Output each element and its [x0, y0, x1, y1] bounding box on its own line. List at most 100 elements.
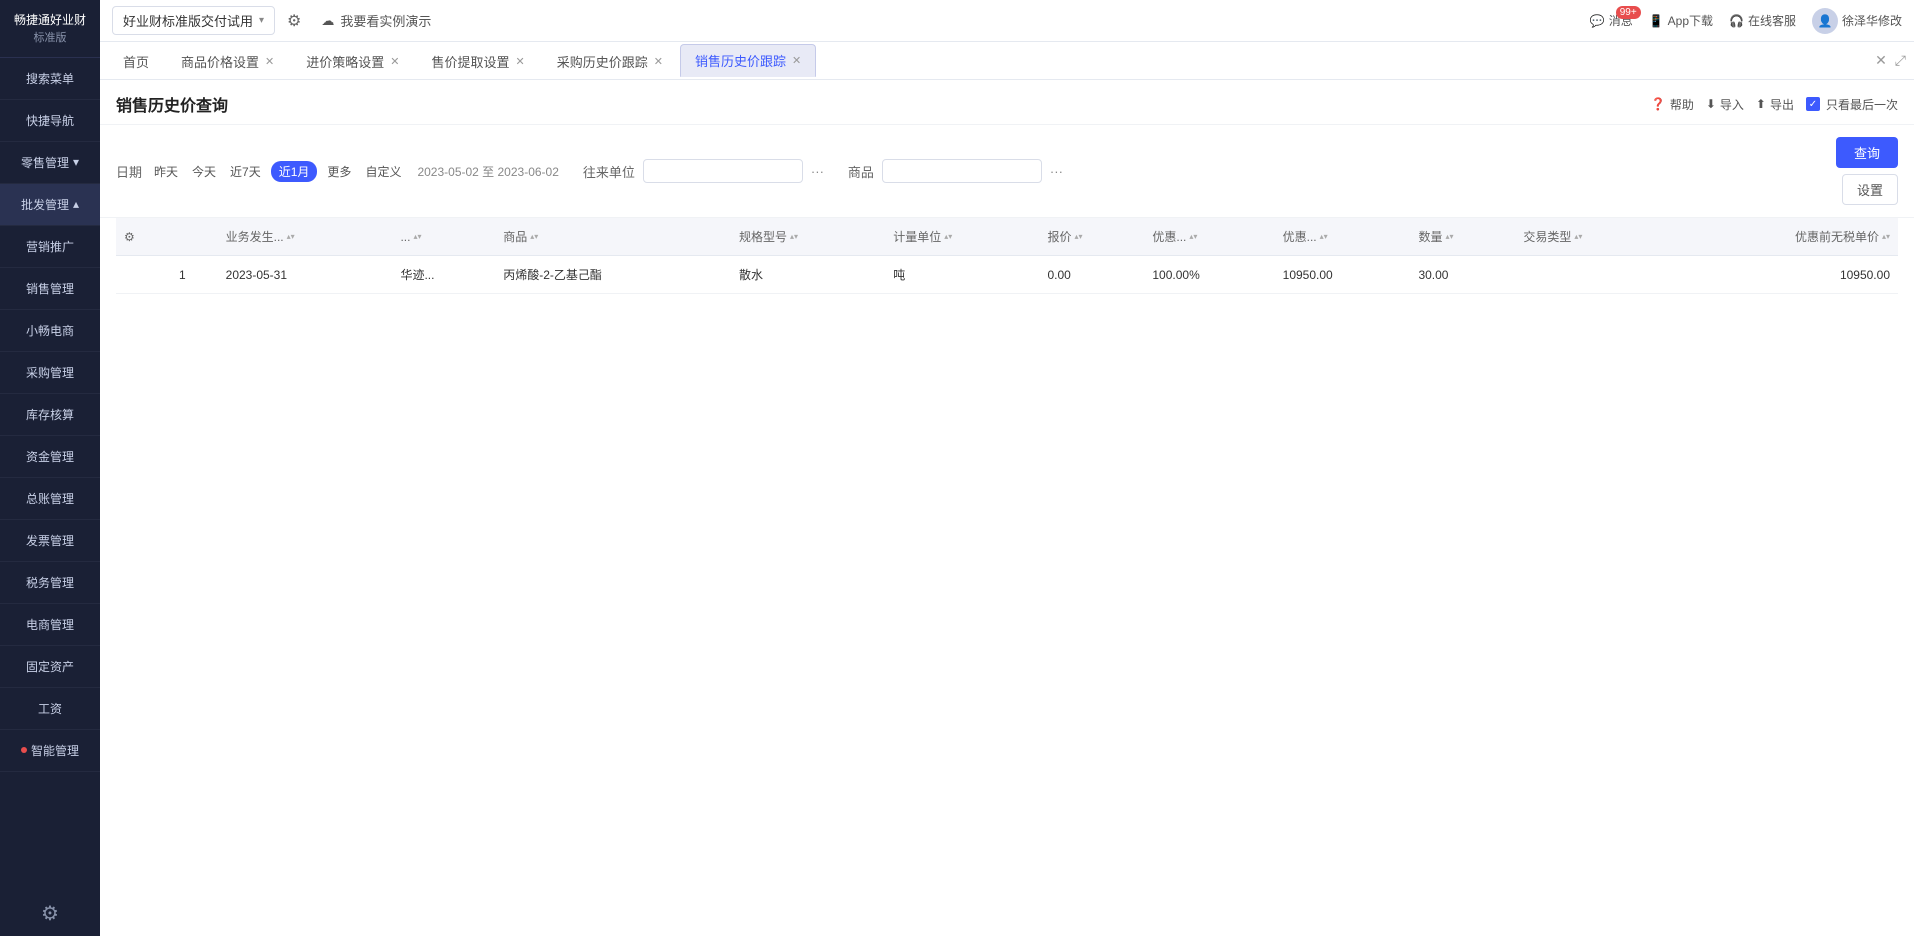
product-input[interactable] [882, 159, 1042, 183]
sidebar-settings-button[interactable]: ⚙ [0, 891, 100, 936]
tab-price-settings[interactable]: 商品价格设置 ✕ [166, 45, 289, 77]
tab-purchase-strategy-label: 进价策略设置 [306, 52, 384, 71]
app-label: App下载 [1668, 12, 1713, 29]
service-label: 在线客服 [1748, 12, 1796, 29]
message-icon: 💬 [1590, 14, 1605, 28]
date-opt-custom[interactable]: 自定义 [361, 161, 405, 182]
sidebar-item-search[interactable]: 搜索菜单 [0, 58, 100, 100]
sidebar-item-purchase[interactable]: 采购管理 [0, 352, 100, 394]
date-opt-last7[interactable]: 近7天 [226, 161, 265, 182]
tab-sales-history[interactable]: 销售历史价跟踪 ✕ [680, 44, 816, 77]
product-label: 商品 [848, 162, 874, 181]
tab-purchase-history-close[interactable]: ✕ [654, 55, 663, 68]
version-selector[interactable]: 好业财标准版交付试用 ▾ [112, 6, 275, 35]
gear-icon: ⚙ [41, 903, 59, 925]
sort-icon: ▴▾ [790, 233, 798, 241]
table-settings-button[interactable]: 设置 [1842, 174, 1898, 205]
data-table-container: ⚙ 业务发生... ▴▾ ... ▴▾ [100, 218, 1914, 936]
col-biz-date[interactable]: 业务发生... ▴▾ [218, 218, 393, 256]
close-window-icon[interactable]: ✕ [1875, 52, 1887, 69]
col-qty[interactable]: 数量 ▴▾ [1410, 218, 1515, 256]
maximize-window-icon[interactable]: ⤢ [1895, 52, 1906, 69]
col-pretax-price[interactable]: 优惠前无税单价 ▴▾ [1670, 218, 1898, 256]
sidebar-logo: 畅捷通好业财 标准版 [0, 0, 100, 58]
demo-label: 我要看实例演示 [340, 11, 431, 30]
user-menu[interactable]: 👤 徐泽华修改 [1812, 8, 1902, 34]
selector-arrow-icon: ▾ [259, 15, 264, 26]
window-controls: ✕ ⤢ [1875, 52, 1906, 69]
customer-service-button[interactable]: 🎧 在线客服 [1729, 12, 1796, 29]
supplier-filter-group: 往来单位 ··· [583, 159, 824, 183]
supplier-dots[interactable]: ··· [811, 164, 824, 179]
main-content: 好业财标准版交付试用 ▾ ⚙ ☁ 我要看实例演示 💬 消息 99+ 📱 App下… [100, 0, 1914, 936]
tab-purchase-history[interactable]: 采购历史价跟踪 ✕ [542, 45, 678, 77]
col-product[interactable]: 商品 ▴▾ [495, 218, 731, 256]
sidebar-item-invoice[interactable]: 发票管理 [0, 520, 100, 562]
sidebar-item-marketing[interactable]: 营销推广 [0, 226, 100, 268]
tab-purchase-strategy-close[interactable]: ✕ [390, 55, 399, 68]
export-icon: ⬆ [1756, 97, 1766, 111]
date-opt-yesterday[interactable]: 昨天 [150, 161, 182, 182]
col-gear[interactable]: ⚙ [116, 218, 171, 256]
only-last-label: 只看最后一次 [1826, 96, 1898, 113]
sidebar-item-payroll[interactable]: 工资 [0, 688, 100, 730]
sidebar-item-retail[interactable]: 零售管理 ▾ [0, 142, 100, 184]
col-price[interactable]: 报价 ▴▾ [1039, 218, 1144, 256]
col-seq [171, 218, 218, 256]
col-trade-type[interactable]: 交易类型 ▴▾ [1515, 218, 1669, 256]
cell-gear [116, 256, 171, 294]
export-label: 导出 [1770, 96, 1794, 113]
date-opt-today[interactable]: 今天 [188, 161, 220, 182]
sidebar-item-ecom[interactable]: 电商管理 [0, 604, 100, 646]
date-opt-last1m[interactable]: 近1月 [271, 161, 318, 182]
sidebar-item-ecom-small[interactable]: 小畅电商 [0, 310, 100, 352]
tab-price-extract-close[interactable]: ✕ [516, 55, 525, 68]
query-button[interactable]: 查询 [1836, 137, 1898, 168]
tab-bar: 首页 商品价格设置 ✕ 进价策略设置 ✕ 售价提取设置 ✕ 采购历史价跟踪 ✕ … [100, 42, 1914, 80]
cell-seq: 1 [171, 256, 218, 294]
date-options: 昨天 今天 近7天 近1月 更多 自定义 [150, 161, 405, 182]
tab-price-settings-close[interactable]: ✕ [265, 55, 274, 68]
export-button[interactable]: ⬆ 导出 [1756, 96, 1794, 113]
supplier-input[interactable] [643, 159, 803, 183]
chevron-down-icon: ▾ [73, 155, 79, 169]
col-spec[interactable]: 规格型号 ▴▾ [731, 218, 885, 256]
product-dots[interactable]: ··· [1050, 164, 1063, 179]
sidebar-item-inventory[interactable]: 库存核算 [0, 394, 100, 436]
sidebar-item-finance[interactable]: 资金管理 [0, 436, 100, 478]
date-opt-more[interactable]: 更多 [323, 161, 355, 182]
sidebar-item-tax[interactable]: 税务管理 [0, 562, 100, 604]
tab-price-extract[interactable]: 售价提取设置 ✕ [416, 45, 539, 77]
tab-home[interactable]: 首页 [108, 45, 164, 77]
date-label: 日期 [116, 162, 142, 181]
date-filter-group: 日期 昨天 今天 近7天 近1月 更多 自定义 2023-05-02 至 202… [116, 161, 559, 182]
tab-sales-history-close[interactable]: ✕ [792, 54, 801, 67]
cell-discount-amt: 10950.00 [1275, 256, 1411, 294]
help-button[interactable]: ❓ 帮助 [1651, 96, 1694, 113]
col-discount-amt[interactable]: 优惠... ▴▾ [1275, 218, 1411, 256]
sidebar-item-assets[interactable]: 固定资产 [0, 646, 100, 688]
sort-icon: ▴▾ [944, 233, 952, 241]
page-title: 销售历史价查询 [116, 92, 1651, 116]
col-discount-rate[interactable]: 优惠... ▴▾ [1144, 218, 1274, 256]
topbar: 好业财标准版交付试用 ▾ ⚙ ☁ 我要看实例演示 💬 消息 99+ 📱 App下… [100, 0, 1914, 42]
sidebar-item-smart[interactable]: 智能管理 [0, 730, 100, 772]
logo-line2: 标准版 [8, 29, 92, 45]
help-icon: ❓ [1651, 97, 1666, 111]
sort-icon: ▴▾ [1882, 233, 1890, 241]
sidebar-item-accounting[interactable]: 总账管理 [0, 478, 100, 520]
sidebar-item-wholesale[interactable]: 批发管理 ▴ [0, 184, 100, 226]
topbar-settings-icon[interactable]: ⚙ [287, 11, 301, 31]
sidebar-item-sales[interactable]: 销售管理 [0, 268, 100, 310]
col-extra[interactable]: ... ▴▾ [392, 218, 495, 256]
tab-price-settings-label: 商品价格设置 [181, 52, 259, 71]
col-unit[interactable]: 计量单位 ▴▾ [885, 218, 1039, 256]
demo-link[interactable]: ☁ 我要看实例演示 [321, 11, 431, 30]
message-button[interactable]: 💬 消息 99+ [1590, 12, 1633, 29]
tab-purchase-strategy[interactable]: 进价策略设置 ✕ [291, 45, 414, 77]
sidebar-item-quick-nav[interactable]: 快捷导航 [0, 100, 100, 142]
only-last-checkbox[interactable]: ✓ 只看最后一次 [1806, 96, 1898, 113]
import-button[interactable]: ⬇ 导入 [1706, 96, 1744, 113]
import-label: 导入 [1720, 96, 1744, 113]
app-download-button[interactable]: 📱 App下载 [1649, 12, 1713, 29]
